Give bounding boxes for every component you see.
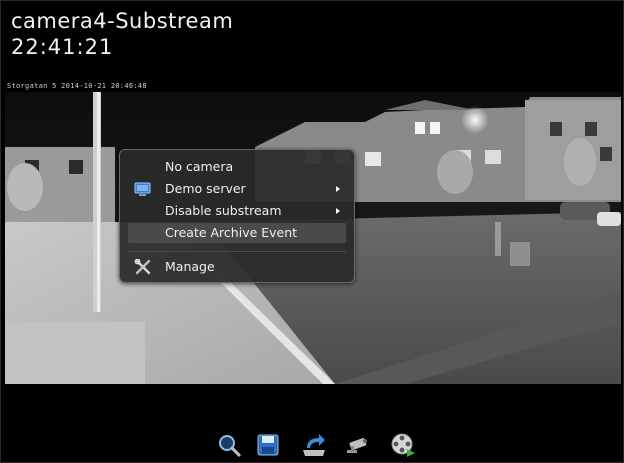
save-icon xyxy=(257,434,279,456)
menu-item-create-archive-event[interactable]: Create Archive Event xyxy=(128,223,346,243)
camera-title: camera4-Substream xyxy=(11,9,234,33)
playback-button[interactable] xyxy=(390,432,416,458)
camera-ptz-icon xyxy=(347,438,367,453)
camera-osd-text: Storgatan 5 2014-10-21 20:46:48 xyxy=(7,82,147,90)
menu-item-manage[interactable]: Manage xyxy=(128,257,346,277)
tools-icon xyxy=(134,258,152,275)
menu-item-label: Demo server xyxy=(165,181,246,196)
bottom-toolbar xyxy=(1,426,624,462)
camera-ptz-button[interactable] xyxy=(344,432,370,458)
menu-item-label: No camera xyxy=(165,159,234,174)
menu-item-label: Manage xyxy=(165,259,215,274)
menu-separator xyxy=(128,251,346,252)
export-button[interactable] xyxy=(301,432,327,458)
export-icon xyxy=(303,434,325,456)
zoom-button[interactable] xyxy=(216,432,242,458)
camera-tile[interactable]: camera4-Substream 22:41:21 Storgatan 5 2… xyxy=(0,0,624,463)
menu-item-label: Disable substream xyxy=(165,203,282,218)
camera-clock: 22:41:21 xyxy=(11,35,114,59)
submenu-arrow-icon xyxy=(336,208,340,214)
server-icon xyxy=(134,181,152,197)
menu-item-demo-server[interactable]: Demo server xyxy=(128,179,346,199)
menu-item-no-camera[interactable]: No camera xyxy=(128,157,346,177)
zoom-icon xyxy=(219,435,241,457)
save-button[interactable] xyxy=(255,432,281,458)
context-menu: No camera Demo server Disable substream … xyxy=(119,149,355,283)
menu-item-disable-substream[interactable]: Disable substream xyxy=(128,201,346,221)
film-reel-icon xyxy=(391,433,415,457)
submenu-arrow-icon xyxy=(336,186,340,192)
menu-item-label: Create Archive Event xyxy=(165,225,298,240)
